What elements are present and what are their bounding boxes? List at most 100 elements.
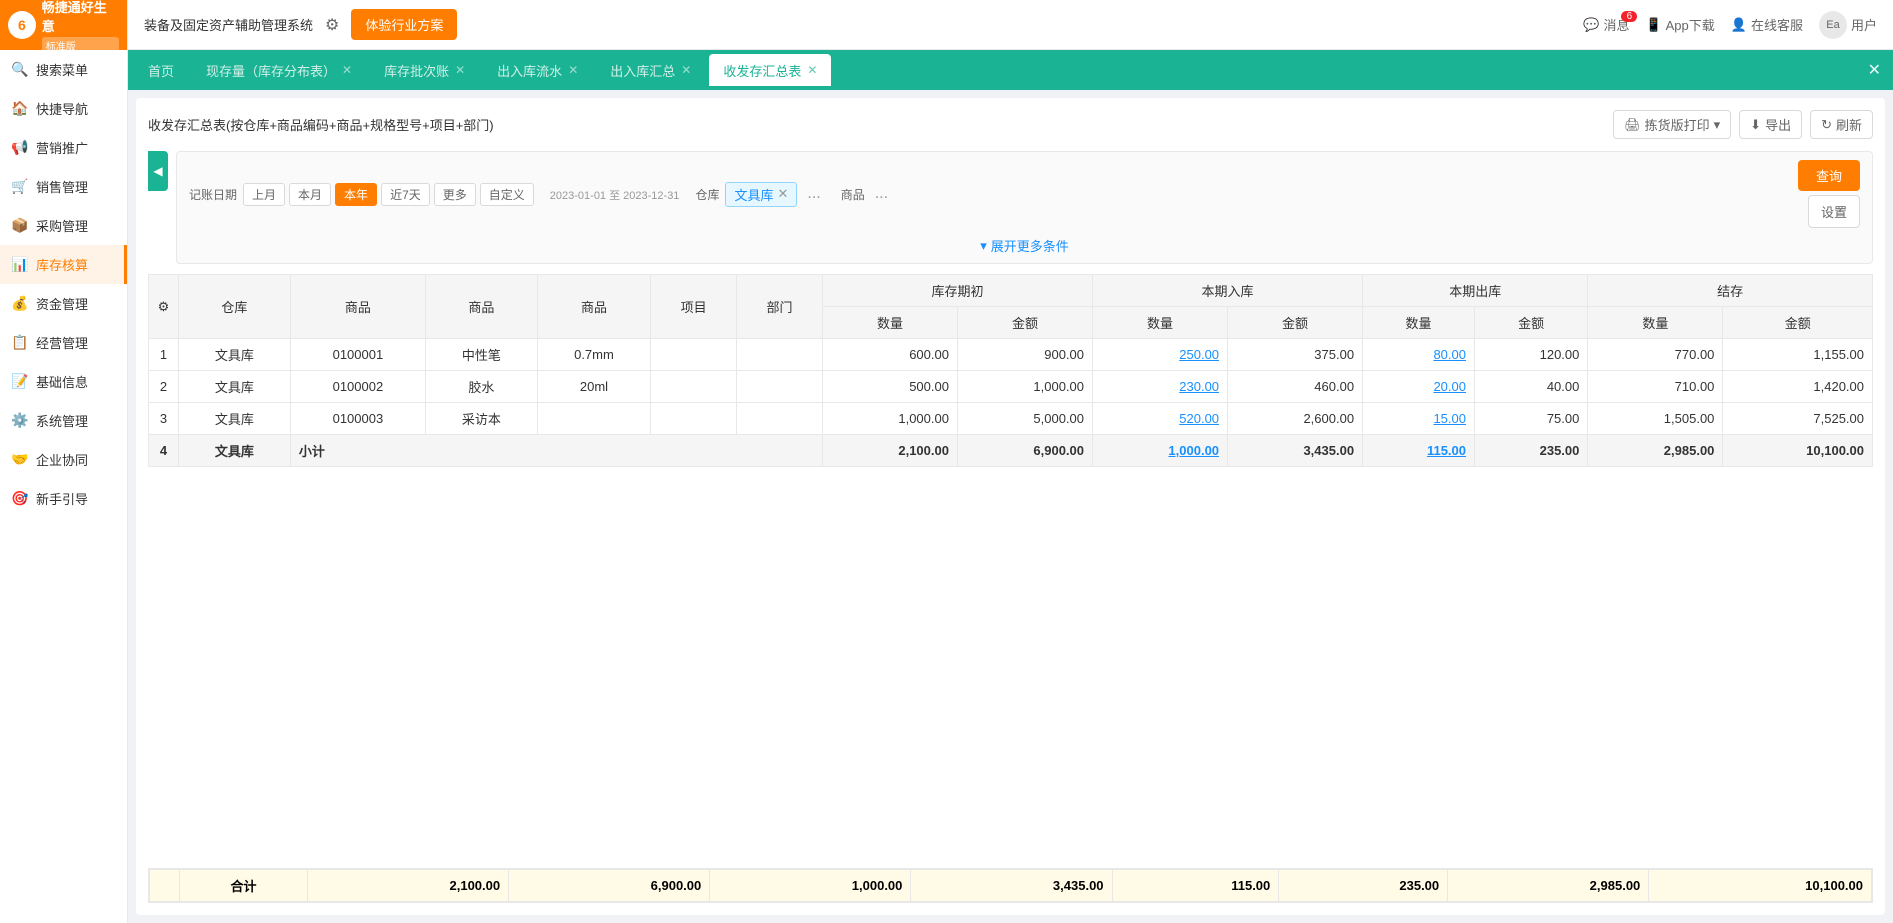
message-button[interactable]: 💬 消息 6 [1583,15,1629,34]
sidebar-item-operations[interactable]: 📋 经营管理 [0,323,127,362]
date-btn-this-year[interactable]: 本年 [335,183,377,206]
sidebar: 6 畅捷通好生意 标准版 🔍 搜索菜单 🏠 快捷导航 📢 营销推广 🛒 销售管理… [0,0,128,923]
sidebar-item-guide[interactable]: 🎯 新手引导 [0,479,127,518]
expand-more-button[interactable]: ▾ 展开更多条件 [980,236,1069,255]
sidebar-item-quick-nav[interactable]: 🏠 快捷导航 [0,89,127,128]
sidebar-nav: 🔍 搜索菜单 🏠 快捷导航 📢 营销推广 🛒 销售管理 📦 采购管理 📊 库存核… [0,50,127,923]
tab-home[interactable]: 首页 [134,54,188,86]
export-button[interactable]: ⬇ 导出 [1739,110,1802,139]
row-spec [537,403,650,435]
setting-button[interactable]: 设置 [1808,195,1860,228]
tab-close-icon[interactable]: ✕ [455,63,465,77]
warehouse-more-icon[interactable]: ... [803,185,824,203]
subtotal-in-qty[interactable]: 1,000.00 [1093,435,1228,467]
page-content: 收发存汇总表(按仓库+商品编码+商品+规格型号+项目+部门) 🖨 拣货版打印 ▾… [128,90,1893,923]
settings-icon[interactable]: ⚙ [321,11,343,39]
sidebar-item-purchase[interactable]: 📦 采购管理 [0,206,127,245]
tab-recv-send-summary[interactable]: 收发存汇总表 ✕ [709,54,831,86]
row-in-amt: 2,600.00 [1228,403,1363,435]
row-out-qty[interactable]: 20.00 [1363,371,1475,403]
tab-close-icon[interactable]: ✕ [807,63,817,77]
total-row: 合计 2,100.00 6,900.00 1,000.00 3,435.00 1… [148,868,1873,903]
query-button[interactable]: 查询 [1798,160,1860,191]
row-bal-qty: 710.00 [1588,371,1723,403]
date-btn-last-month[interactable]: 上月 [243,183,285,206]
operations-icon: 📋 [12,335,28,351]
date-btn-custom[interactable]: 自定义 [480,183,534,206]
sidebar-item-finance[interactable]: 💰 资金管理 [0,284,127,323]
sidebar-item-marketing[interactable]: 📢 营销推广 [0,128,127,167]
goods-more-icon[interactable]: ... [871,185,892,203]
subtotal-bal-qty: 2,985.00 [1588,435,1723,467]
sidebar-item-label: 新手引导 [36,489,88,508]
sidebar-item-system[interactable]: ⚙️ 系统管理 [0,401,127,440]
sidebar-item-inventory[interactable]: 📊 库存核算 [0,245,127,284]
row-bal-amt: 1,155.00 [1723,339,1873,371]
tab-inout-flow[interactable]: 出入库流水 ✕ [483,54,592,86]
online-service-button[interactable]: 👤 在线客服 [1731,15,1803,34]
sidebar-item-label: 快捷导航 [36,99,88,118]
search-icon: 🔍 [12,62,28,78]
total-bal-amt: 10,100.00 [1649,870,1872,902]
chevron-down-icon: ▾ [1714,117,1721,133]
trial-button[interactable]: 体验行业方案 [351,9,457,40]
group-in-header: 本期入库 [1093,275,1363,307]
print-button[interactable]: 🖨 拣货版打印 ▾ [1613,110,1731,139]
total-empty [150,870,180,902]
total-in-qty: 1,000.00 [710,870,911,902]
col-warehouse-header: 仓库 [179,275,291,339]
col-opening-qty: 数量 [822,307,957,339]
date-filter-group: 记账日期 上月 本月 本年 近7天 更多 自定义 [189,183,534,206]
row-open-amt: 1,000.00 [957,371,1092,403]
row-spec: 0.7mm [537,339,650,371]
home-icon: 🏠 [12,101,28,117]
sidebar-item-sales[interactable]: 🛒 销售管理 [0,167,127,206]
export-icon: ⬇ [1750,117,1761,133]
table-settings-header[interactable]: ⚙ [149,275,179,339]
close-all-tabs-button[interactable]: ✕ [1860,56,1889,84]
warehouse-tag[interactable]: 文具库 ✕ [725,182,797,207]
sidebar-item-search[interactable]: 🔍 搜索菜单 [0,50,127,89]
tab-close-icon[interactable]: ✕ [568,63,578,77]
row-out-qty[interactable]: 80.00 [1363,339,1475,371]
total-label: 合计 [180,870,308,902]
row-name: 采访本 [425,403,537,435]
col-dept-header: 部门 [737,275,823,339]
filter-area: 记账日期 上月 本月 本年 近7天 更多 自定义 2023-01-01 至 20… [176,151,1873,264]
sidebar-item-label: 库存核算 [36,255,88,274]
top-header: 装备及固定资产辅助管理系统 ⚙ 体验行业方案 💬 消息 6 📱 App下载 👤 … [128,0,1893,50]
tab-close-icon[interactable]: ✕ [681,63,691,77]
subtotal-out-qty[interactable]: 115.00 [1363,435,1475,467]
app-download-button[interactable]: 📱 App下载 [1645,15,1714,34]
date-btn-7days[interactable]: 近7天 [381,183,430,206]
date-btn-more[interactable]: 更多 [434,183,476,206]
subtotal-row: 4 文具库 小计 2,100.00 6,900.00 1,000.00 3,43… [149,435,1873,467]
tab-inout-summary[interactable]: 出入库汇总 ✕ [596,54,705,86]
row-in-qty[interactable]: 250.00 [1093,339,1228,371]
date-btn-this-month[interactable]: 本月 [289,183,331,206]
sidebar-item-enterprise[interactable]: 🤝 企业协同 [0,440,127,479]
row-name: 中性笔 [425,339,537,371]
row-in-qty[interactable]: 230.00 [1093,371,1228,403]
row-dept [737,403,823,435]
total-out-amt: 235.00 [1279,870,1448,902]
query-actions: 查询 设置 [1798,160,1860,228]
refresh-button[interactable]: ↻ 刷新 [1810,110,1873,139]
filter-collapse-button[interactable]: ◀ [148,151,168,191]
tab-close-icon[interactable]: ✕ [342,63,352,77]
row-out-amt: 75.00 [1475,403,1588,435]
row-in-qty[interactable]: 520.00 [1093,403,1228,435]
goods-label: 商品 [841,186,865,203]
col-opening-amt: 金额 [957,307,1092,339]
row-out-qty[interactable]: 15.00 [1363,403,1475,435]
user-menu[interactable]: Ea 用户 [1819,11,1877,39]
sidebar-item-basic-info[interactable]: 📝 基础信息 [0,362,127,401]
warehouse-filter-group: 仓库 文具库 ✕ ... [695,182,824,207]
sidebar-item-label: 营销推广 [36,138,88,157]
tab-stock-distribution[interactable]: 现存量（库存分布表） ✕ [192,54,366,86]
tabs-bar: 首页 现存量（库存分布表） ✕ 库存批次账 ✕ 出入库流水 ✕ 出入库汇总 ✕ … [128,50,1893,90]
row-code: 0100003 [290,403,425,435]
basic-info-icon: 📝 [12,374,28,390]
tab-batch-ledger[interactable]: 库存批次账 ✕ [370,54,479,86]
warehouse-tag-close-icon[interactable]: ✕ [777,186,788,202]
